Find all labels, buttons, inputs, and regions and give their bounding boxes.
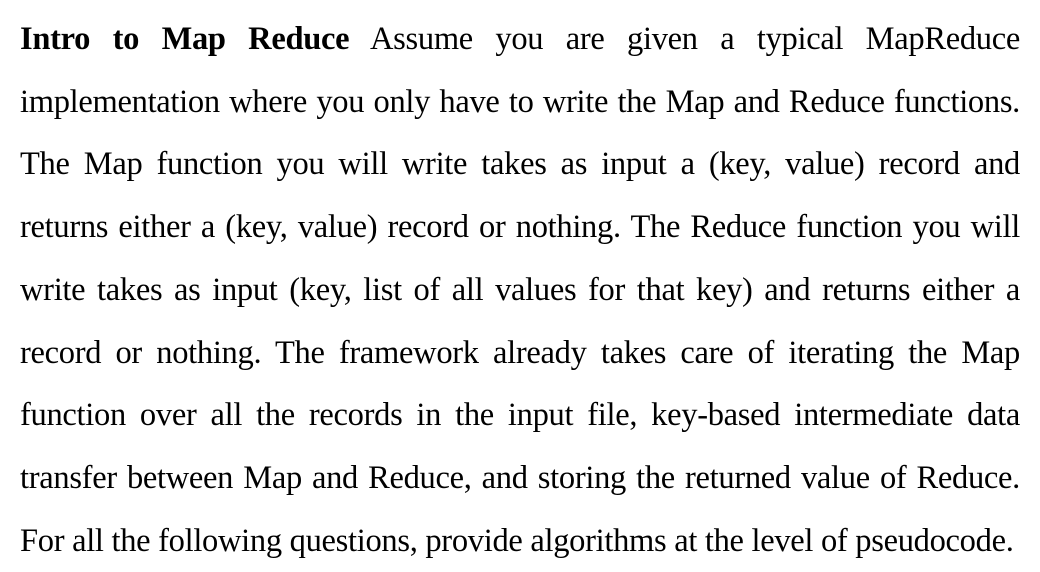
document-paragraph: Intro to Map Reduce Assume you are given…: [20, 8, 1020, 572]
section-body: Assume you are given a typical MapReduce…: [20, 21, 1020, 559]
section-heading: Intro to Map Reduce: [20, 21, 349, 57]
